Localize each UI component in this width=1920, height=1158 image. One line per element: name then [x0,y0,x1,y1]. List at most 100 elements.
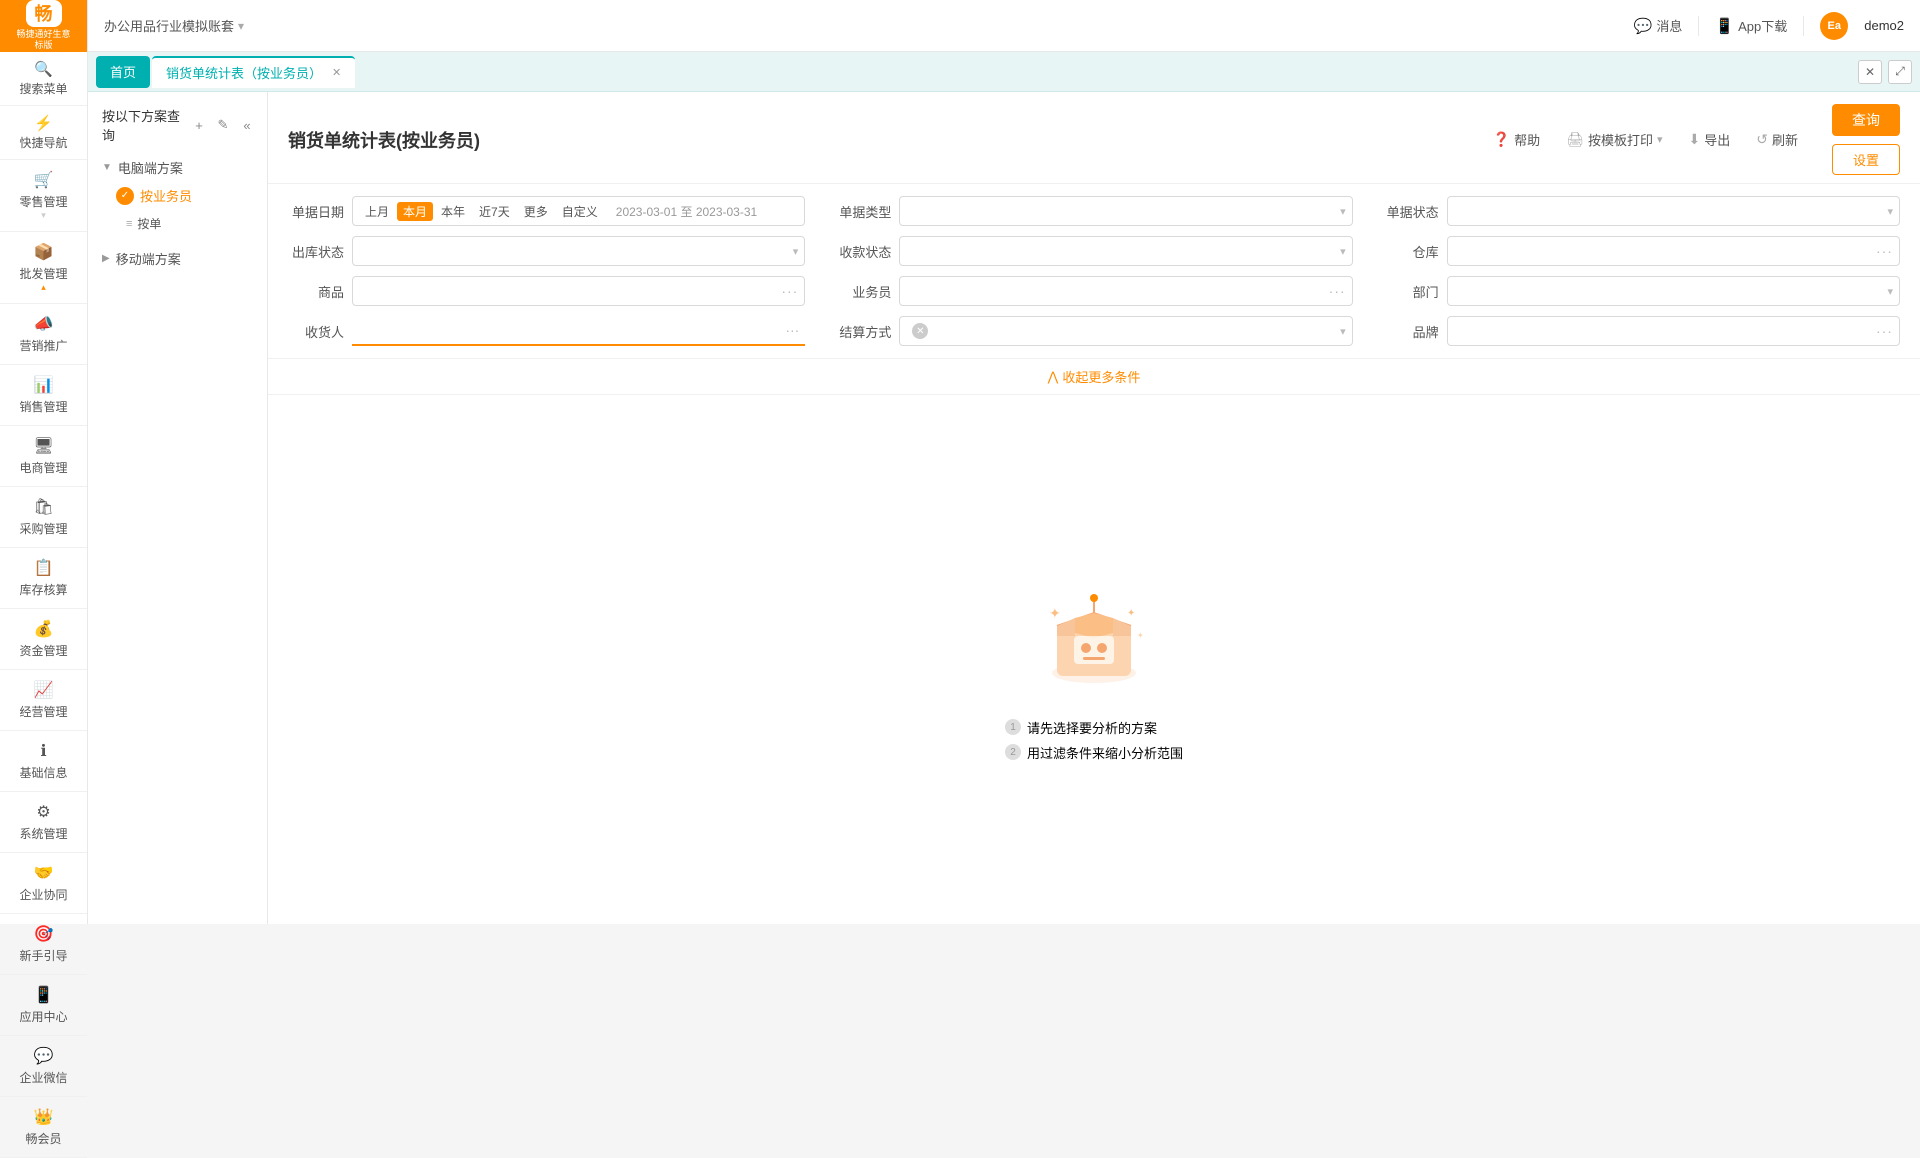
export-button[interactable]: ⬇ 导出 [1680,126,1738,153]
print-button[interactable]: 🖨 按模板打印 ▾ [1558,126,1670,153]
dept-control[interactable]: ▾ [1447,276,1900,306]
filter-warehouse: 仓库 ··· [1383,236,1900,266]
settlement-chevron-icon: ▾ [1340,325,1346,338]
sidebar-item-label: 电商管理 [19,459,67,476]
breadcrumb-dropdown[interactable]: 办公用品行业模拟账套 ▾ [104,16,244,35]
settlement-control[interactable]: ✕ ▾ [899,316,1352,346]
tab-close-all-button[interactable]: ✕ [1858,60,1882,84]
settings-button[interactable]: 设置 [1832,144,1900,175]
membership-icon: 👑 [34,1107,54,1127]
search-icon: 🔍 [34,60,53,78]
app-logo[interactable]: 畅 畅捷通好生意 标版 [0,0,87,52]
sidebar-item-guide[interactable]: 🎯 新手引导 [0,914,87,975]
collapse-panel-button[interactable]: « [237,115,257,135]
staff-control[interactable]: ··· [899,276,1352,306]
breadcrumb-text: 办公用品行业模拟账套 [104,16,234,35]
sidebar-item-finance[interactable]: 💰 资金管理 [0,609,87,670]
refresh-button[interactable]: ↺ 刷新 [1748,126,1806,153]
add-scheme-button[interactable]: + [189,115,209,135]
app-download-button[interactable]: 📱 App下载 [1715,16,1787,35]
sidebar-item-operations[interactable]: 📈 经营管理 [0,670,87,731]
filter-goods: 商品 ··· [288,276,805,306]
scheme-by-order[interactable]: ≡ 按单 [88,210,267,237]
left-panel-icons: + ✎ « [189,115,257,135]
svg-text:✦: ✦ [1127,608,1135,619]
doc-type-label: 单据类型 [835,202,891,221]
collect-status-control[interactable]: ▾ [899,236,1352,266]
purchase-icon: 🛍 [33,497,53,517]
expand-arrow-mobile-icon: ▶ [102,253,110,264]
operations-icon: 📈 [34,680,54,700]
help-button[interactable]: ❓ 帮助 [1485,126,1548,153]
sidebar-item-enterprise[interactable]: 🤝 企业协同 [0,853,87,914]
sidebar-item-label: 基础信息 [19,764,67,781]
sidebar-item-search-menu[interactable]: 🔍 搜索菜单 [0,52,87,106]
filter-area: 单据日期 上月 本月 本年 近7天 更多 自定义 2023-03-01 至 20… [268,184,1920,359]
doc-type-control[interactable]: ▾ [899,196,1352,226]
pc-group-header[interactable]: ▼ 电脑端方案 [88,154,267,181]
app-center-icon: 📱 [34,985,54,1005]
left-panel: 按以下方案查询 + ✎ « ▼ 电脑端方案 ✓ 按业务员 ≡ 按 [88,92,268,924]
user-name[interactable]: demo2 [1864,18,1904,33]
tab-expand-button[interactable]: ⤢ [1888,60,1912,84]
receiver-control[interactable]: ··· [352,316,805,346]
sidebar-item-quick-nav[interactable]: ⚡ 快捷导航 [0,106,87,160]
date-tab-last-7[interactable]: 近7天 [473,201,516,222]
out-status-control[interactable]: ▾ [352,236,805,266]
sidebar-item-app-center[interactable]: 📱 应用中心 [0,975,87,1036]
receiver-label: 收货人 [288,322,344,341]
date-tab-this-month[interactable]: 本月 [397,202,433,221]
sidebar-item-sales[interactable]: 📊 销售管理 [0,365,87,426]
sidebar-item-system[interactable]: ⚙ 系统管理 [0,792,87,853]
left-panel-header: 按以下方案查询 + ✎ « [88,100,267,150]
date-control[interactable]: 上月 本月 本年 近7天 更多 自定义 2023-03-01 至 2023-03… [352,196,805,226]
brand-control[interactable]: ··· [1447,316,1900,346]
sidebar-item-membership[interactable]: 👑 畅会员 [0,1097,87,1158]
sidebar-item-inventory[interactable]: 📋 库存核算 [0,548,87,609]
scheme-by-staff[interactable]: ✓ 按业务员 [88,181,267,210]
collapse-label: 收起更多条件 [1062,367,1140,386]
sidebar-item-marketing[interactable]: 📣 营销推广 [0,304,87,365]
sidebar-item-purchase[interactable]: 🛍 采购管理 [0,487,87,548]
sidebar-item-basic-info[interactable]: ℹ 基础信息 [0,731,87,792]
doc-status-control[interactable]: ▾ [1447,196,1900,226]
sales-icon: 📊 [34,375,54,395]
page-title: 销货单统计表(按业务员) [288,127,480,153]
collapse-bar: ⋀ 收起更多条件 [268,359,1920,395]
user-avatar[interactable]: Ea [1820,12,1848,40]
tab-home[interactable]: 首页 [96,56,150,88]
inventory-icon: 📋 [34,558,54,578]
settlement-clear-button[interactable]: ✕ [912,323,928,339]
goods-control[interactable]: ··· [352,276,805,306]
svg-text:✦: ✦ [1137,631,1144,640]
sidebar-item-wechat[interactable]: 💬 企业微信 [0,1036,87,1097]
sidebar-item-ecommerce[interactable]: 🖥 电商管理 [0,426,87,487]
sidebar-item-label: 企业协同 [19,886,67,903]
date-tab-last-month[interactable]: 上月 [359,201,395,222]
message-button[interactable]: 💬 消息 [1634,16,1683,35]
sidebar-item-label: 应用中心 [19,1008,67,1025]
date-tab-more[interactable]: 更多 [518,201,554,222]
empty-illustration: ✦ ✦ ✦ [1029,558,1159,708]
collapse-button[interactable]: ⋀ 收起更多条件 [1036,365,1153,388]
sidebar-item-retail[interactable]: 🛒 零售管理 ▾ [0,160,87,232]
mobile-group-header[interactable]: ▶ 移动端方案 [88,245,267,272]
sidebar-item-label: 畅会员 [25,1130,61,1147]
edit-scheme-button[interactable]: ✎ [213,115,233,135]
left-panel-title: 按以下方案查询 [102,106,189,144]
sidebar-item-wholesale[interactable]: 📦 批发管理 ▴ [0,232,87,304]
date-tab-custom[interactable]: 自定义 [556,201,604,222]
tab-sales-stat[interactable]: 销货单统计表（按业务员） ✕ [152,56,355,88]
tab-close-icon[interactable]: ✕ [332,66,341,79]
receiver-dots-icon: ··· [785,322,799,338]
tabbar: 首页 销货单统计表（按业务员） ✕ ✕ ⤢ [88,52,1920,92]
message-icon: 💬 [1634,17,1653,35]
sidebar-item-label: 资金管理 [19,642,67,659]
warehouse-control[interactable]: ··· [1447,236,1900,266]
query-button[interactable]: 查询 [1832,104,1900,136]
sidebar: 畅 畅捷通好生意 标版 🔍 搜索菜单 ⚡ 快捷导航 🛒 零售管理 ▾ 📦 批发管… [0,0,88,924]
date-tab-this-year[interactable]: 本年 [435,201,471,222]
scheme-by-staff-label: 按业务员 [140,186,192,205]
marketing-icon: 📣 [34,314,54,334]
home-tab-label: 首页 [110,62,136,81]
